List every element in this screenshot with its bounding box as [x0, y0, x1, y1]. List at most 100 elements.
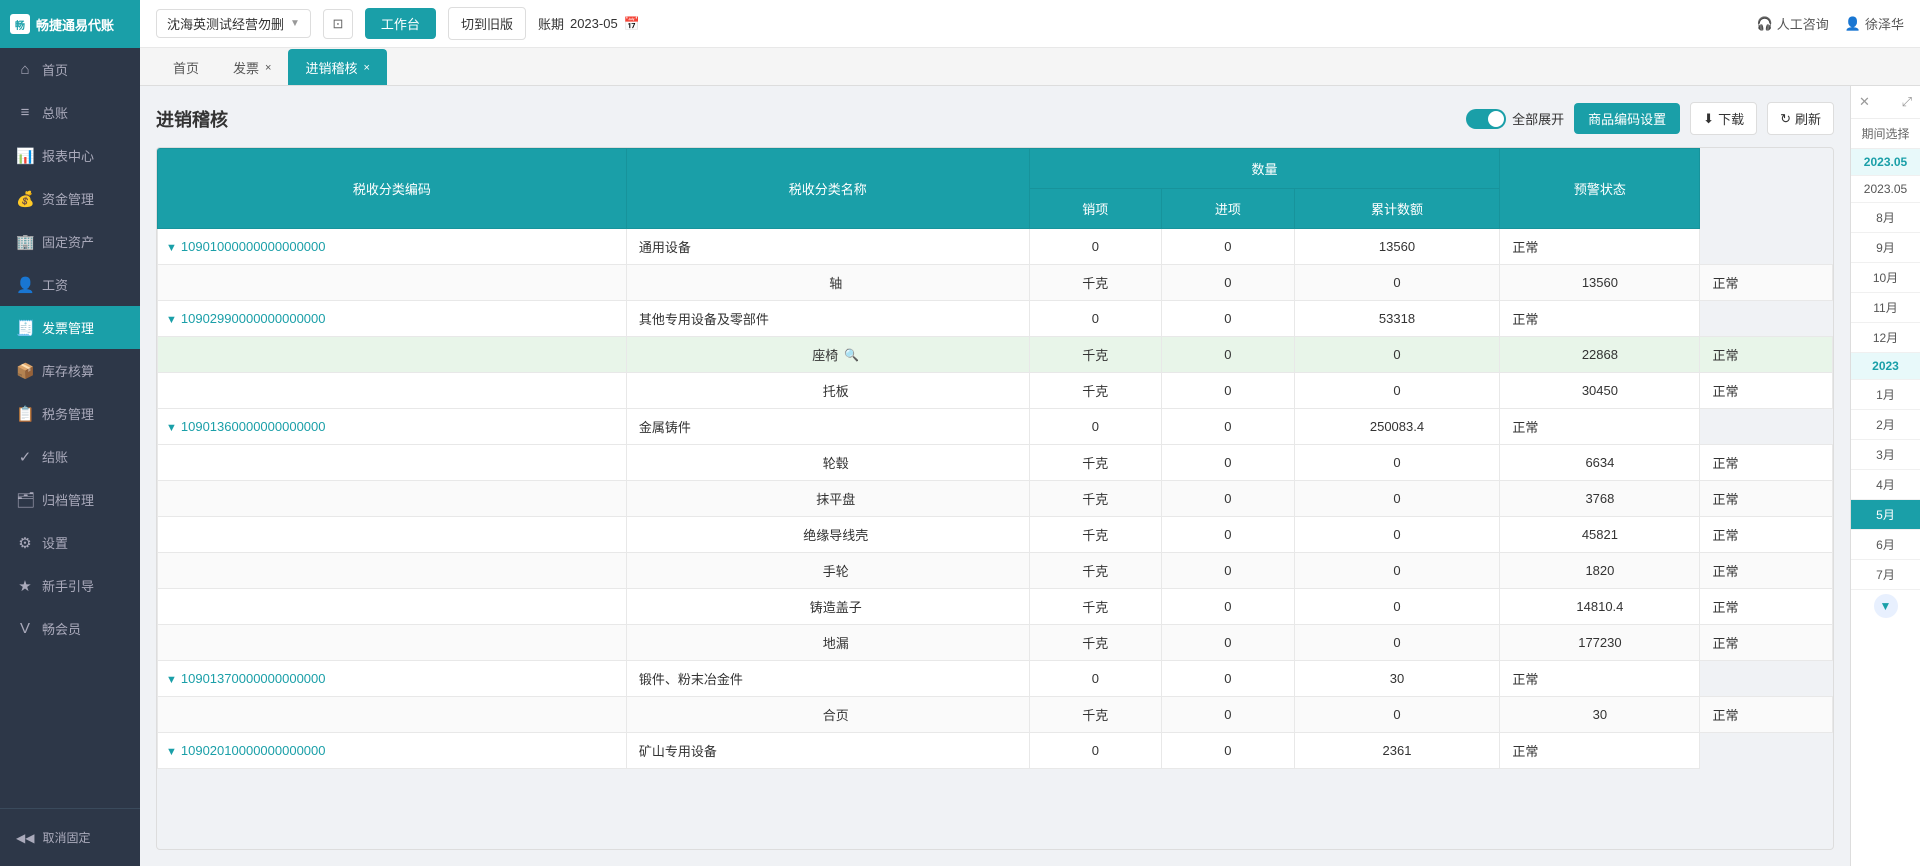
table-cell-status: 正常: [1700, 373, 1833, 409]
reconcile-table: 税收分类编码 税收分类名称 数量 预警状态 销项 进项 累计数额: [157, 148, 1833, 769]
table-cell-total: 13560: [1294, 229, 1500, 265]
item-name: 座椅: [812, 345, 838, 364]
data-table-container: 税收分类编码 税收分类名称 数量 预警状态 销项 进项 累计数额: [156, 147, 1834, 850]
table-cell-code: [158, 337, 627, 373]
item-name: 抹平盘: [816, 489, 855, 508]
period-item[interactable]: 6月: [1851, 530, 1920, 560]
period-down-arrow[interactable]: ▼: [1874, 594, 1898, 618]
expand-icon[interactable]: ▼: [166, 746, 177, 758]
table-cell-purchase: 0: [1162, 661, 1295, 697]
expand-icon[interactable]: ▼: [166, 242, 177, 254]
close-panel-icon[interactable]: ✕: [1859, 94, 1870, 110]
search-icon[interactable]: 🔍: [844, 348, 859, 362]
period-item[interactable]: 2023.05: [1851, 176, 1920, 203]
table-cell-purchase: 0: [1162, 229, 1295, 265]
period-item[interactable]: 9月: [1851, 233, 1920, 263]
unpin-button[interactable]: ◀◀ 取消固定: [0, 819, 140, 856]
member-icon: V: [16, 620, 34, 637]
assets-icon: 🏢: [16, 233, 34, 251]
period-item[interactable]: 8月: [1851, 203, 1920, 233]
tab-reconcile-close[interactable]: ×: [363, 62, 369, 74]
company-arrow-icon: ▼: [290, 18, 300, 29]
sidebar-item-label: 固定资产: [42, 232, 94, 251]
period-item[interactable]: 5月: [1851, 500, 1920, 530]
expand-icon[interactable]: ▼: [166, 314, 177, 326]
item-name: 绝缘导线壳: [803, 525, 868, 544]
support-item[interactable]: 🎧 人工咨询: [1757, 14, 1829, 33]
table-cell-total: 22868: [1500, 337, 1700, 373]
expand-toggle[interactable]: 全部展开: [1466, 109, 1564, 129]
sidebar-item-funds[interactable]: 💰 资金管理: [0, 177, 140, 220]
refresh-button[interactable]: ↻ 刷新: [1767, 102, 1834, 135]
period-item[interactable]: 12月: [1851, 323, 1920, 353]
table-cell-code: [158, 625, 627, 661]
sidebar-item-ledger[interactable]: ≡ 总账: [0, 91, 140, 134]
switch-version-button[interactable]: 切到旧版: [448, 7, 526, 40]
product-code-button[interactable]: 商品编码设置: [1574, 103, 1680, 134]
period-item[interactable]: 10月: [1851, 263, 1920, 293]
expand-panel-icon[interactable]: ⤢: [1902, 94, 1912, 110]
tab-home[interactable]: 首页: [156, 49, 216, 85]
sidebar-item-reports[interactable]: 📊 报表中心: [0, 134, 140, 177]
company-selector[interactable]: 沈海英测试经营勿删 ▼: [156, 9, 311, 38]
sidebar-item-tax[interactable]: 📋 税务管理: [0, 392, 140, 435]
table-cell-code: ▼10901360000000000000: [158, 409, 627, 445]
period-item[interactable]: 2023.05: [1851, 149, 1920, 176]
user-icon: 👤: [1845, 16, 1861, 32]
sidebar-item-guide[interactable]: ★ 新手引导: [0, 564, 140, 607]
table-cell-name: 轴: [626, 265, 1029, 301]
download-button[interactable]: ⬇ 下载: [1690, 102, 1757, 135]
table-cell-total: 30: [1294, 661, 1500, 697]
table-cell-status: 正常: [1500, 409, 1700, 445]
table-cell-name: 锻件、粉末冶金件: [626, 661, 1029, 697]
table-cell-name: 通用设备: [626, 229, 1029, 265]
sidebar-item-label: 结账: [42, 447, 68, 466]
table-cell-purchase: 0: [1294, 337, 1500, 373]
sidebar-item-settings[interactable]: ⚙ 设置: [0, 521, 140, 564]
sidebar-item-archive[interactable]: 🗂 归档管理: [0, 478, 140, 521]
period-item[interactable]: 3月: [1851, 440, 1920, 470]
sidebar-item-salary[interactable]: 👤 工资: [0, 263, 140, 306]
period-item[interactable]: 1月: [1851, 380, 1920, 410]
table-cell-status: 正常: [1700, 517, 1833, 553]
sidebar-item-member[interactable]: V 畅会员: [0, 607, 140, 650]
sidebar-item-assets[interactable]: 🏢 固定资产: [0, 220, 140, 263]
table-cell-sales: 0: [1162, 445, 1295, 481]
salary-icon: 👤: [16, 276, 34, 294]
sidebar-item-label: 发票管理: [42, 318, 94, 337]
home-icon: ⌂: [16, 61, 34, 78]
table-cell-status: 正常: [1700, 445, 1833, 481]
toggle-track[interactable]: [1466, 109, 1506, 129]
tab-invoice[interactable]: 发票 ×: [216, 49, 288, 85]
sidebar-item-home[interactable]: ⌂ 首页: [0, 48, 140, 91]
tab-invoice-label: 发票: [233, 58, 259, 77]
save-button[interactable]: ⊡: [323, 9, 353, 39]
download-label: 下载: [1718, 109, 1744, 128]
sidebar-item-label: 资金管理: [42, 189, 94, 208]
sidebar-item-invoice[interactable]: 🧾 发票管理: [0, 306, 140, 349]
period-item[interactable]: 11月: [1851, 293, 1920, 323]
table-cell-purchase: 0: [1294, 517, 1500, 553]
tab-reconcile[interactable]: 进销稽核 ×: [288, 49, 386, 85]
expand-icon[interactable]: ▼: [166, 674, 177, 686]
page-content: 进销稽核 全部展开 商品编码设置 ⬇ 下载 ↻ 刷: [140, 86, 1850, 866]
logo-icon: 畅: [10, 14, 30, 34]
period-item[interactable]: 7月: [1851, 560, 1920, 590]
workspace-button[interactable]: 工作台: [365, 8, 436, 39]
sidebar-item-inventory[interactable]: 📦 库存核算: [0, 349, 140, 392]
table-cell-code: [158, 445, 627, 481]
period-display: 账期 2023-05 📅: [538, 14, 640, 33]
user-item[interactable]: 👤 徐泽华: [1845, 14, 1904, 33]
right-panel: ✕ ⤢ 期间选择 2023.052023.058月9月10月11月12月2023…: [1850, 86, 1920, 866]
sidebar-item-checkout[interactable]: ✓ 结账: [0, 435, 140, 478]
reports-icon: 📊: [16, 147, 34, 165]
period-item[interactable]: 2023: [1851, 353, 1920, 380]
tab-invoice-close[interactable]: ×: [265, 62, 271, 74]
col-purchase: 进项: [1162, 189, 1295, 229]
table-cell-status: 正常: [1700, 481, 1833, 517]
expand-icon[interactable]: ▼: [166, 422, 177, 434]
table-cell-sales: 0: [1029, 733, 1162, 769]
table-cell-name: 矿山专用设备: [626, 733, 1029, 769]
period-item[interactable]: 2月: [1851, 410, 1920, 440]
period-item[interactable]: 4月: [1851, 470, 1920, 500]
